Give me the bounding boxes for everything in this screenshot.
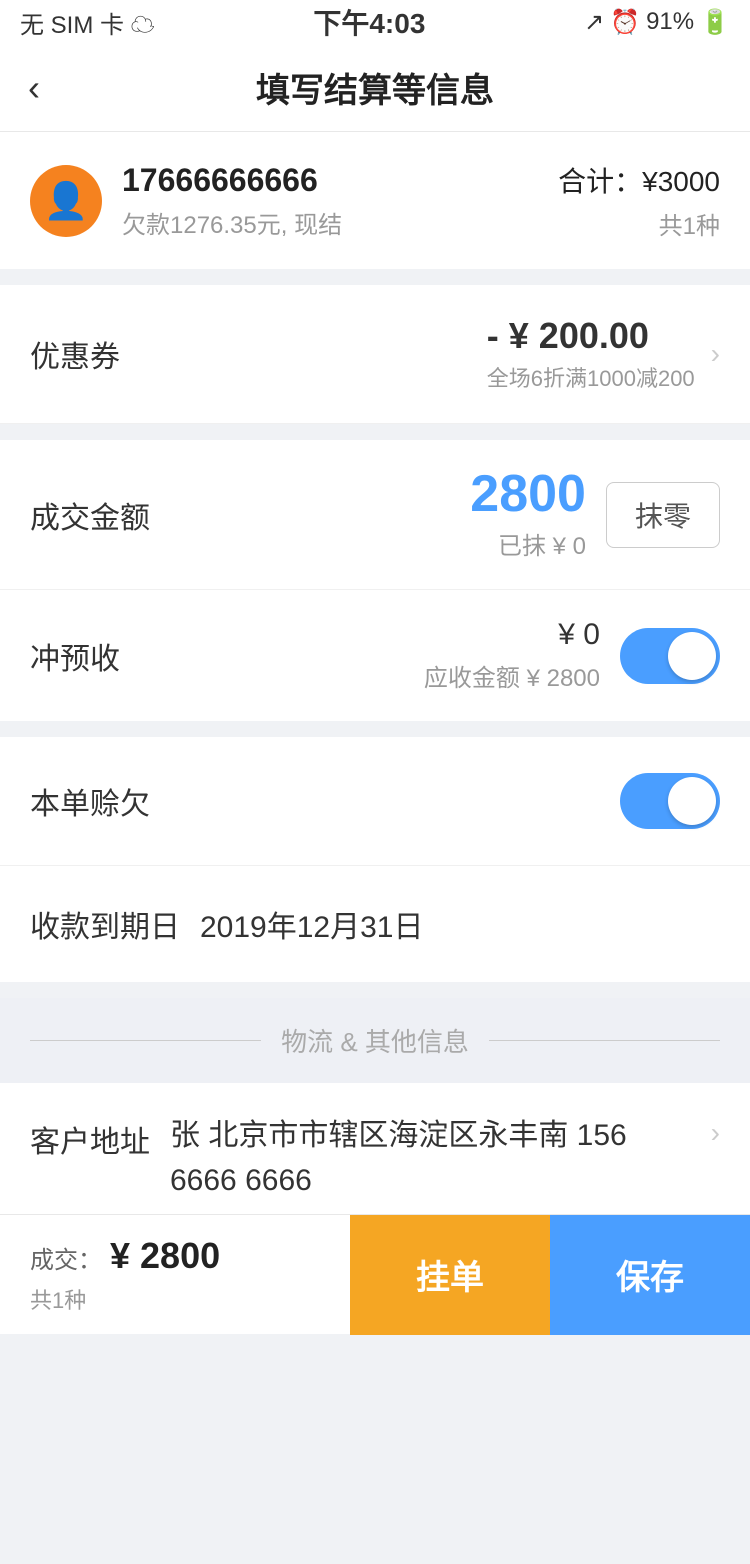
customer-phone: 17666666666	[122, 162, 342, 199]
credit-label: 本单赊欠	[30, 779, 150, 823]
customer-right: 合计：¥3000 共1种	[558, 160, 720, 241]
divider-3	[0, 721, 750, 737]
duedate-row: 收款到期日 2019年12月31日	[0, 866, 750, 982]
address-value: 张 北京市市辖区海淀区永丰南 156 6666 6666	[170, 1113, 695, 1203]
logistics-text: 物流 & 其他信息	[281, 1022, 469, 1059]
prepay-value: ¥ 0	[424, 618, 600, 652]
address-chevron: ›	[695, 1113, 720, 1149]
customer-card: 👤 17666666666 欠款1276.35元, 现结 合计：¥3000 共1…	[0, 132, 750, 269]
back-button[interactable]: ‹	[28, 67, 40, 109]
customer-count: 共1种	[558, 206, 720, 241]
transaction-section: 成交金额 2800 已抹 ¥ 0 抹零	[0, 440, 750, 589]
prepay-toggle[interactable]	[620, 628, 720, 684]
avatar: 👤	[30, 165, 102, 237]
bottom-trans-label: 成交：	[30, 1240, 102, 1275]
content-area: 👤 17666666666 欠款1276.35元, 现结 合计：¥3000 共1…	[0, 132, 750, 1564]
prepay-sub: 应收金额 ¥ 2800	[424, 658, 600, 693]
customer-info: 17666666666 欠款1276.35元, 现结	[122, 162, 342, 240]
coupon-right: - ¥ 200.00 全场6折满1000减200 ›	[487, 315, 720, 393]
prepay-row: 冲预收 ¥ 0 应收金额 ¥ 2800	[0, 589, 750, 721]
address-label: 客户地址	[30, 1113, 150, 1161]
logistics-line-left	[30, 1040, 261, 1041]
transaction-label: 成交金额	[30, 493, 150, 537]
status-bar: 无 SIM 卡 ☁ 下午4:03 ↗ ⏰ 91% 🔋	[0, 0, 750, 44]
coupon-amount: - ¥ 200.00	[487, 315, 695, 357]
bottom-summary: 成交： ¥ 2800 共1种	[0, 1235, 350, 1315]
customer-left: 👤 17666666666 欠款1276.35元, 现结	[30, 162, 342, 240]
battery-icon: 🔋	[700, 8, 730, 37]
transaction-sub: 已抹 ¥ 0	[470, 526, 586, 561]
round-button[interactable]: 抹零	[606, 482, 720, 548]
duedate-value: 2019年12月31日	[200, 902, 423, 946]
status-left: 无 SIM 卡 ☁	[20, 5, 155, 40]
sim-status: 无 SIM 卡 ☁	[20, 5, 155, 40]
customer-debt: 欠款1276.35元, 现结	[122, 205, 342, 240]
customer-total: 合计：¥3000	[558, 160, 720, 200]
bottom-count: 共1种	[30, 1283, 320, 1315]
alarm-icon: ⏰	[610, 8, 640, 37]
location-icon: ↗	[584, 8, 604, 37]
address-chevron-icon: ›	[711, 1117, 720, 1149]
transaction-value: 2800	[470, 468, 586, 520]
logistics-line-right	[489, 1040, 720, 1041]
status-time: 下午4:03	[313, 2, 425, 42]
divider-1	[0, 269, 750, 285]
coupon-label: 优惠券	[30, 332, 120, 376]
status-right: ↗ ⏰ 91% 🔋	[584, 8, 730, 37]
coupon-row[interactable]: 优惠券 - ¥ 200.00 全场6折满1000减200 ›	[0, 285, 750, 424]
save-button[interactable]: 保存	[550, 1215, 750, 1335]
coupon-sub: 全场6折满1000减200	[487, 361, 695, 393]
bottom-amount: ¥ 2800	[110, 1235, 220, 1277]
nav-bar: ‹ 填写结算等信息	[0, 44, 750, 132]
bottom-bar: 成交： ¥ 2800 共1种 挂单 保存	[0, 1214, 750, 1334]
battery-level: 91%	[646, 8, 694, 36]
hold-button[interactable]: 挂单	[350, 1215, 550, 1335]
credit-toggle[interactable]	[620, 773, 720, 829]
divider-2	[0, 424, 750, 440]
chevron-right-icon: ›	[711, 338, 720, 370]
transaction-row: 成交金额 2800 已抹 ¥ 0 抹零	[0, 440, 750, 589]
address-row[interactable]: 客户地址 张 北京市市辖区海淀区永丰南 156 6666 6666 ›	[0, 1083, 750, 1234]
credit-row: 本单赊欠	[0, 737, 750, 866]
logistics-header: 物流 & 其他信息	[0, 998, 750, 1083]
page-title: 填写结算等信息	[256, 63, 494, 112]
divider-4	[0, 982, 750, 998]
duedate-label: 收款到期日	[30, 902, 180, 946]
prepay-label: 冲预收	[30, 634, 120, 678]
avatar-icon: 👤	[44, 180, 89, 222]
